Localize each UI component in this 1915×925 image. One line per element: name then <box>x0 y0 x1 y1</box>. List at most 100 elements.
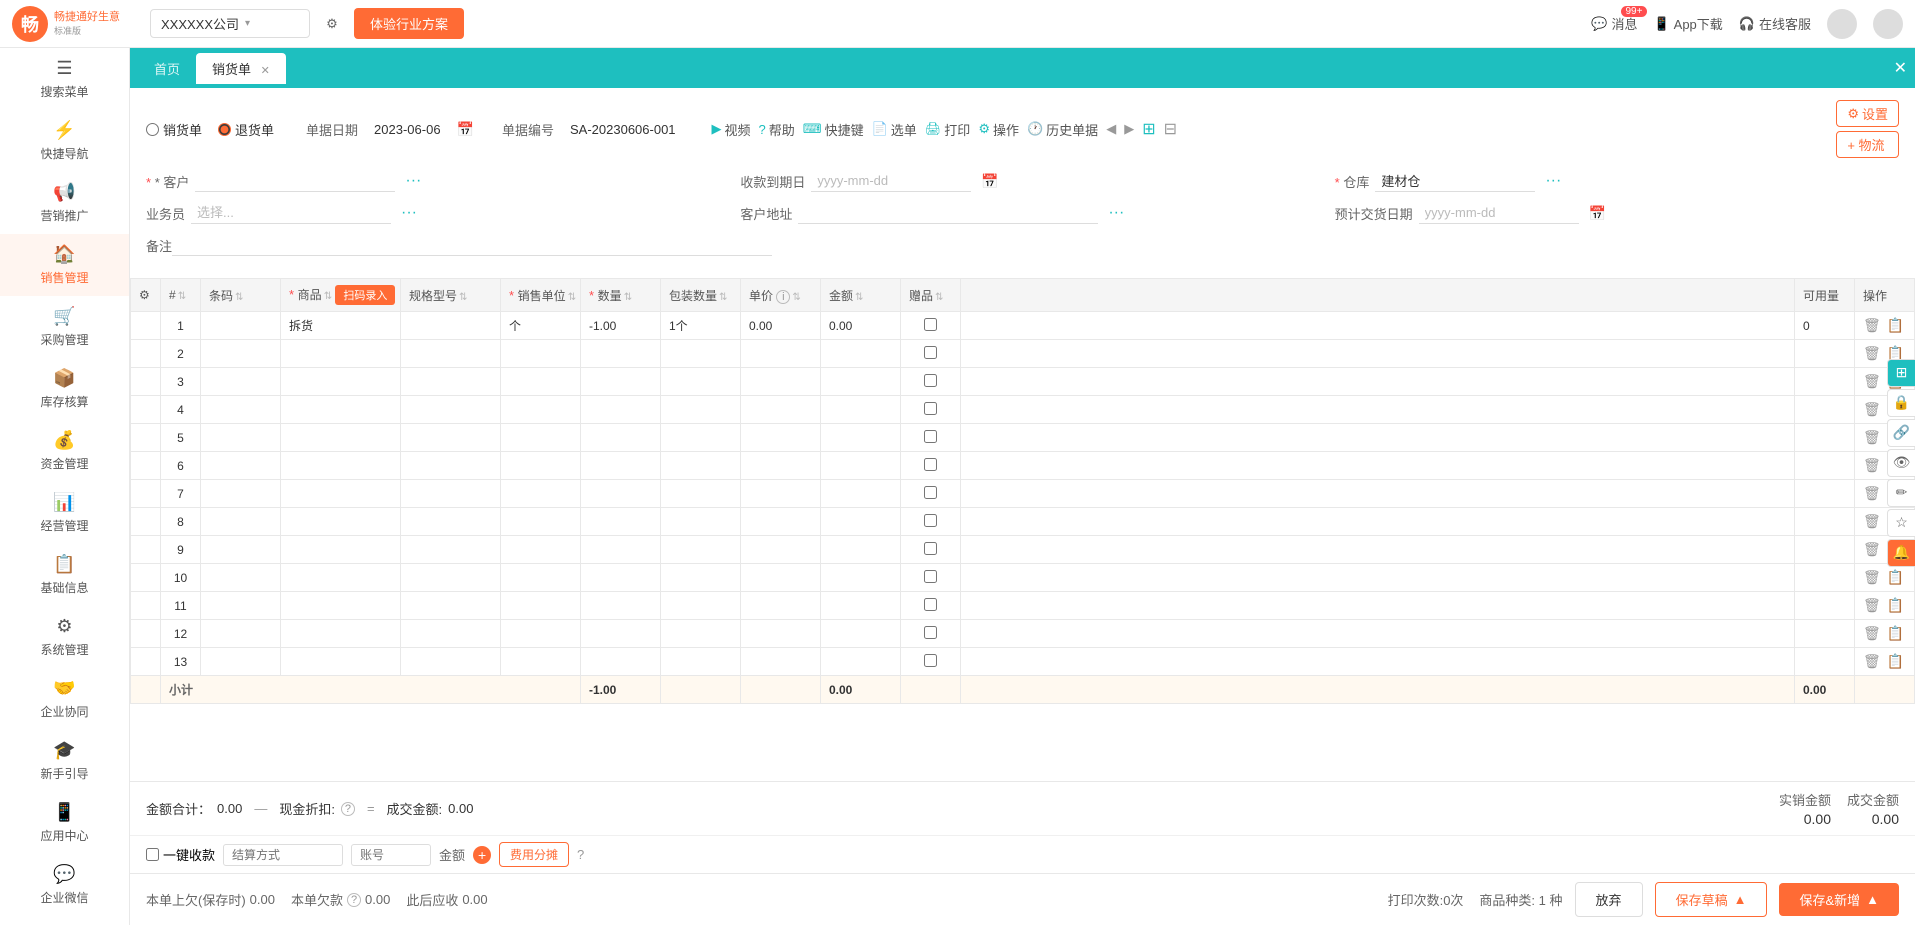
cell-price-12[interactable] <box>741 648 821 676</box>
cell-amount-8[interactable] <box>821 536 901 564</box>
op-delete-btn-6[interactable]: 🗑 <box>1863 485 1881 502</box>
cell-product-10[interactable] <box>281 592 401 620</box>
cell-amount-9[interactable] <box>821 564 901 592</box>
cell-unit-8[interactable] <box>501 536 581 564</box>
sidebar-item-member[interactable]: 👑 畅会员 <box>0 916 129 925</box>
abandon-btn[interactable]: 放弃 <box>1575 882 1643 917</box>
cell-product-11[interactable] <box>281 620 401 648</box>
cell-pkg-10[interactable] <box>661 592 741 620</box>
choose-btn[interactable]: 📄 选单 <box>872 120 917 139</box>
cell-pkg-11[interactable] <box>661 620 741 648</box>
cell-product-12[interactable] <box>281 648 401 676</box>
cell-amount-5[interactable] <box>821 452 901 480</box>
cell-amount-10[interactable] <box>821 592 901 620</box>
ops-btn[interactable]: ⚙ 操作 <box>978 120 1019 139</box>
radio-sales[interactable]: 销货单 <box>146 120 202 139</box>
cell-spec-3[interactable] <box>401 396 501 424</box>
cell-amount-12[interactable] <box>821 648 901 676</box>
cell-barcode-6[interactable] <box>201 480 281 508</box>
cell-gift-6[interactable] <box>901 480 961 508</box>
online-service-btn[interactable]: 🎧 在线客服 <box>1739 14 1811 33</box>
cell-qty-4[interactable] <box>581 424 661 452</box>
op-delete-btn-11[interactable]: 🗑 <box>1863 625 1881 642</box>
video-btn[interactable]: ▶ 视频 <box>712 120 751 139</box>
tab-salesorder[interactable]: 销货单 ✕ <box>196 53 286 84</box>
cell-barcode-5[interactable] <box>201 452 281 480</box>
cell-pkg-5[interactable] <box>661 452 741 480</box>
cell-spec-9[interactable] <box>401 564 501 592</box>
cell-unit-3[interactable] <box>501 396 581 424</box>
cell-amount-1[interactable] <box>821 340 901 368</box>
sidebar-item-basic[interactable]: 📋 基础信息 <box>0 544 129 606</box>
cell-spec-2[interactable] <box>401 368 501 396</box>
notes-input[interactable] <box>172 234 772 256</box>
float-edit-btn[interactable]: ✏ <box>1887 479 1915 507</box>
radio-return[interactable]: 退货单 <box>218 120 274 139</box>
cell-product-4[interactable] <box>281 424 401 452</box>
cell-spec-11[interactable] <box>401 620 501 648</box>
cell-barcode-3[interactable] <box>201 396 281 424</box>
cell-barcode-10[interactable] <box>201 592 281 620</box>
add-payment-btn[interactable]: + <box>473 846 491 864</box>
sidebar-item-quicknav[interactable]: ⚡ 快捷导航 <box>0 110 129 172</box>
sidebar-item-purchase[interactable]: 🛒 采购管理 <box>0 296 129 358</box>
op-delete-btn-8[interactable]: 🗑 <box>1863 541 1881 558</box>
nav-next-icon[interactable]: ▶ <box>1124 121 1134 137</box>
cell-qty-2[interactable] <box>581 368 661 396</box>
cell-pkg-7[interactable] <box>661 508 741 536</box>
op-delete-btn-1[interactable]: 🗑 <box>1863 345 1881 362</box>
cell-gift-12[interactable] <box>901 648 961 676</box>
cell-qty-6[interactable] <box>581 480 661 508</box>
cell-gift-5[interactable] <box>901 452 961 480</box>
float-grid-btn[interactable]: ⊞ <box>1887 359 1915 387</box>
float-lock-btn[interactable]: 🔒 <box>1887 389 1915 417</box>
cell-gift-1[interactable] <box>901 340 961 368</box>
cell-price-10[interactable] <box>741 592 821 620</box>
cell-spec-6[interactable] <box>401 480 501 508</box>
cell-amount-6[interactable] <box>821 480 901 508</box>
cell-price-5[interactable] <box>741 452 821 480</box>
cell-spec-5[interactable] <box>401 452 501 480</box>
cell-unit-7[interactable] <box>501 508 581 536</box>
cell-spec-12[interactable] <box>401 648 501 676</box>
sidebar-item-wechat[interactable]: 💬 企业微信 <box>0 854 129 916</box>
cell-qty-5[interactable] <box>581 452 661 480</box>
cell-gift-3[interactable] <box>901 396 961 424</box>
payment-method-input[interactable] <box>223 844 343 866</box>
op-copy-btn-10[interactable]: 📋 <box>1887 597 1904 614</box>
cell-pkg-6[interactable] <box>661 480 741 508</box>
cell-spec-4[interactable] <box>401 424 501 452</box>
cell-pkg-3[interactable] <box>661 396 741 424</box>
cell-price-0[interactable]: 0.00 <box>741 312 821 340</box>
op-delete-btn-7[interactable]: 🗑 <box>1863 513 1881 530</box>
salesperson-input[interactable] <box>191 202 391 224</box>
cell-product-3[interactable] <box>281 396 401 424</box>
scan-btn[interactable]: 扫码录入 <box>335 285 395 305</box>
cell-product-1[interactable] <box>281 340 401 368</box>
op-delete-btn-2[interactable]: 🗑 <box>1863 373 1881 390</box>
cell-price-7[interactable] <box>741 508 821 536</box>
cell-barcode-7[interactable] <box>201 508 281 536</box>
cell-barcode-12[interactable] <box>201 648 281 676</box>
op-copy-btn-9[interactable]: 📋 <box>1887 569 1904 586</box>
cell-barcode-8[interactable] <box>201 536 281 564</box>
cell-price-2[interactable] <box>741 368 821 396</box>
cell-product-0[interactable]: 拆货 <box>281 312 401 340</box>
cell-gift-8[interactable] <box>901 536 961 564</box>
warehouse-dots-btn[interactable]: ··· <box>1545 172 1561 190</box>
float-eye-btn[interactable]: 👁 <box>1887 449 1915 477</box>
cell-gift-4[interactable] <box>901 424 961 452</box>
cell-price-9[interactable] <box>741 564 821 592</box>
total-debt-info-icon[interactable]: ? <box>347 893 361 907</box>
cell-qty-9[interactable] <box>581 564 661 592</box>
cell-gift-10[interactable] <box>901 592 961 620</box>
op-delete-btn-4[interactable]: 🗑 <box>1863 429 1881 446</box>
cell-barcode-11[interactable] <box>201 620 281 648</box>
cell-product-9[interactable] <box>281 564 401 592</box>
cell-unit-6[interactable] <box>501 480 581 508</box>
cell-amount-0[interactable]: 0.00 <box>821 312 901 340</box>
view-list-icon[interactable]: ⊟ <box>1164 119 1177 139</box>
cell-qty-3[interactable] <box>581 396 661 424</box>
op-copy-btn-0[interactable]: 📋 <box>1887 317 1904 334</box>
cell-qty-1[interactable] <box>581 340 661 368</box>
